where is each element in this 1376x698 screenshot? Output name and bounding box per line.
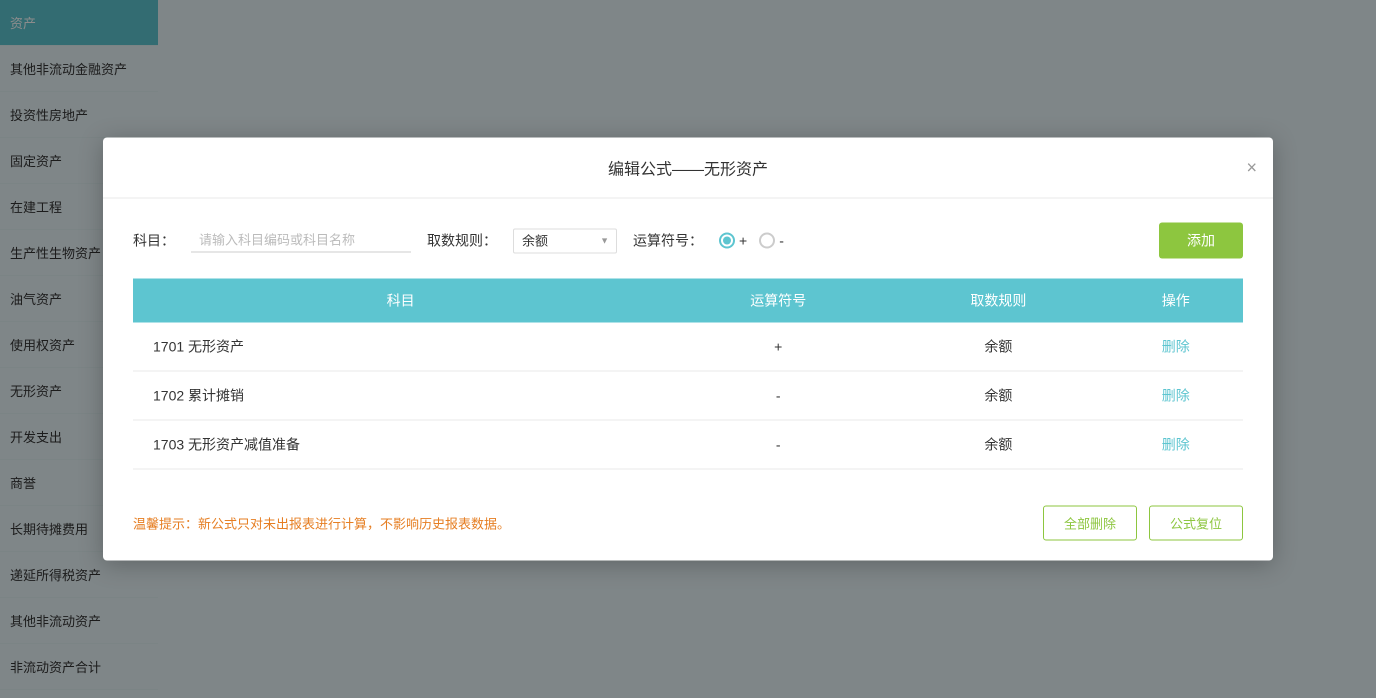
operator-plus-label: +	[739, 233, 747, 249]
delete-button-2[interactable]: 删除	[1162, 388, 1190, 404]
delete-button-1[interactable]: 删除	[1162, 339, 1190, 355]
cell-operator-2: -	[668, 371, 888, 420]
operator-minus-label: -	[779, 233, 784, 249]
table-row: 1701 无形资产 + 余额 删除	[133, 323, 1243, 372]
operator-minus-radio[interactable]: -	[759, 233, 784, 249]
rule-label: 取数规则：	[427, 231, 497, 251]
radio-circle-minus	[759, 233, 775, 249]
table-row: 1703 无形资产减值准备 - 余额 删除	[133, 420, 1243, 469]
subject-label: 科目：	[133, 231, 175, 251]
cell-rule-2: 余额	[888, 371, 1108, 420]
table-header: 科目 运算符号 取数规则 操作	[133, 279, 1243, 323]
cell-subject-3: 1703 无形资产减值准备	[133, 420, 668, 469]
reset-formula-button[interactable]: 公式复位	[1149, 506, 1243, 541]
radio-circle-plus	[719, 233, 735, 249]
rule-select-wrap: 余额 借方发生额 贷方发生额 借方累计 贷方累计	[513, 228, 617, 253]
operator-radio-group: + -	[719, 233, 784, 249]
table-body: 1701 无形资产 + 余额 删除 1702 累计摊销 - 余额 删除	[133, 323, 1243, 470]
col-operator: 运算符号	[668, 279, 888, 323]
form-row: 科目： 取数规则： 余额 借方发生额 贷方发生额 借方累计 贷方累计 运算符号：…	[133, 223, 1243, 259]
tip-text: 温馨提示：新公式只对未出报表进行计算，不影响历史报表数据。	[133, 514, 510, 533]
modal-footer: 温馨提示：新公式只对未出报表进行计算，不影响历史报表数据。 全部删除 公式复位	[103, 490, 1273, 561]
cell-operator-3: -	[668, 420, 888, 469]
table-header-row: 科目 运算符号 取数规则 操作	[133, 279, 1243, 323]
cell-subject-1: 1701 无形资产	[133, 323, 668, 372]
modal-title: 编辑公式——无形资产	[608, 156, 768, 180]
cell-action-3: 删除	[1108, 420, 1243, 469]
formula-table: 科目 运算符号 取数规则 操作 1701 无形资产 + 余额 删除 1702 累…	[133, 279, 1243, 470]
cell-subject-2: 1702 累计摊销	[133, 371, 668, 420]
delete-all-button[interactable]: 全部删除	[1043, 506, 1137, 541]
cell-action-1: 删除	[1108, 323, 1243, 372]
col-rule: 取数规则	[888, 279, 1108, 323]
cell-rule-1: 余额	[888, 323, 1108, 372]
col-action: 操作	[1108, 279, 1243, 323]
cell-rule-3: 余额	[888, 420, 1108, 469]
modal-body: 科目： 取数规则： 余额 借方发生额 贷方发生额 借方累计 贷方累计 运算符号：…	[103, 199, 1273, 490]
col-subject: 科目	[133, 279, 668, 323]
cell-action-2: 删除	[1108, 371, 1243, 420]
edit-formula-modal: 编辑公式——无形资产 × 科目： 取数规则： 余额 借方发生额 贷方发生额 借方…	[103, 138, 1273, 561]
subject-input[interactable]	[191, 229, 411, 253]
footer-buttons: 全部删除 公式复位	[1043, 506, 1243, 541]
modal-header: 编辑公式——无形资产 ×	[103, 138, 1273, 199]
cell-operator-1: +	[668, 323, 888, 372]
operator-plus-radio[interactable]: +	[719, 233, 747, 249]
modal-close-button[interactable]: ×	[1246, 159, 1257, 177]
table-row: 1702 累计摊销 - 余额 删除	[133, 371, 1243, 420]
rule-select[interactable]: 余额 借方发生额 贷方发生额 借方累计 贷方累计	[513, 228, 617, 253]
operator-label: 运算符号：	[633, 231, 703, 251]
add-button[interactable]: 添加	[1159, 223, 1243, 259]
delete-button-3[interactable]: 删除	[1162, 437, 1190, 453]
